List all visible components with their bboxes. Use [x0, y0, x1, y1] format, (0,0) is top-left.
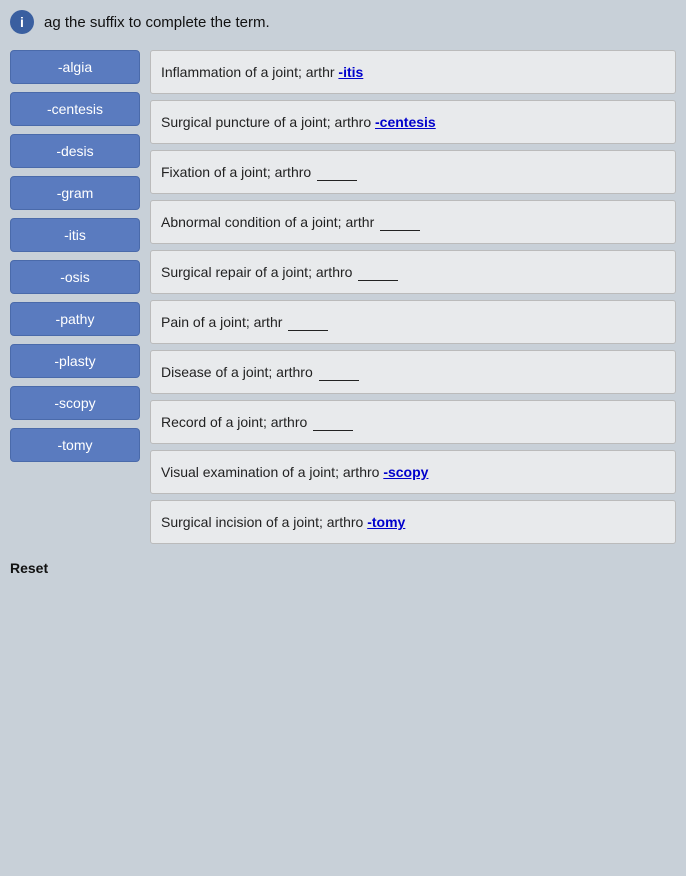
suffix-button[interactable]: -itis [10, 218, 140, 252]
blank-space[interactable] [319, 364, 359, 381]
definition-box: Surgical incision of a joint; arthro -to… [150, 500, 676, 544]
definition-box: Inflammation of a joint; arthr -itis [150, 50, 676, 94]
definition-box: Surgical puncture of a joint; arthro -ce… [150, 100, 676, 144]
definition-box: Fixation of a joint; arthro [150, 150, 676, 194]
suffix-button[interactable]: -centesis [10, 92, 140, 126]
answer-text: -centesis [375, 114, 436, 130]
info-icon: i [10, 10, 34, 34]
definition-box: Visual examination of a joint; arthro -s… [150, 450, 676, 494]
definition-box: Disease of a joint; arthro [150, 350, 676, 394]
answer-text: -tomy [367, 514, 405, 530]
suffix-button[interactable]: -algia [10, 50, 140, 84]
blank-space[interactable] [380, 214, 420, 231]
instruction-text: ag the suffix to complete the term. [44, 14, 270, 31]
answer-text: -itis [338, 64, 363, 80]
suffix-button[interactable]: -plasty [10, 344, 140, 378]
blank-space[interactable] [288, 314, 328, 331]
suffix-button[interactable]: -scopy [10, 386, 140, 420]
answer-text: -scopy [383, 464, 428, 480]
definitions-column: Inflammation of a joint; arthr -itis Surg… [150, 50, 676, 544]
reset-button[interactable]: Reset [10, 560, 48, 576]
suffix-button[interactable]: -gram [10, 176, 140, 210]
definition-box: Abnormal condition of a joint; arthr [150, 200, 676, 244]
suffix-button[interactable]: -desis [10, 134, 140, 168]
suffix-column: -algia -centesis -desis -gram -itis -osis -pat… [10, 50, 140, 462]
definition-box: Record of a joint; arthro [150, 400, 676, 444]
blank-space[interactable] [313, 414, 353, 431]
definition-box: Pain of a joint; arthr [150, 300, 676, 344]
blank-space[interactable] [358, 264, 398, 281]
definition-box: Surgical repair of a joint; arthro [150, 250, 676, 294]
suffix-button[interactable]: -tomy [10, 428, 140, 462]
main-container: -algia -centesis -desis -gram -itis -osis -pat… [0, 42, 686, 554]
bottom-area: Reset [0, 554, 686, 586]
header: i ag the suffix to complete the term. [0, 10, 686, 42]
suffix-button[interactable]: -pathy [10, 302, 140, 336]
suffix-button[interactable]: -osis [10, 260, 140, 294]
blank-space[interactable] [317, 164, 357, 181]
